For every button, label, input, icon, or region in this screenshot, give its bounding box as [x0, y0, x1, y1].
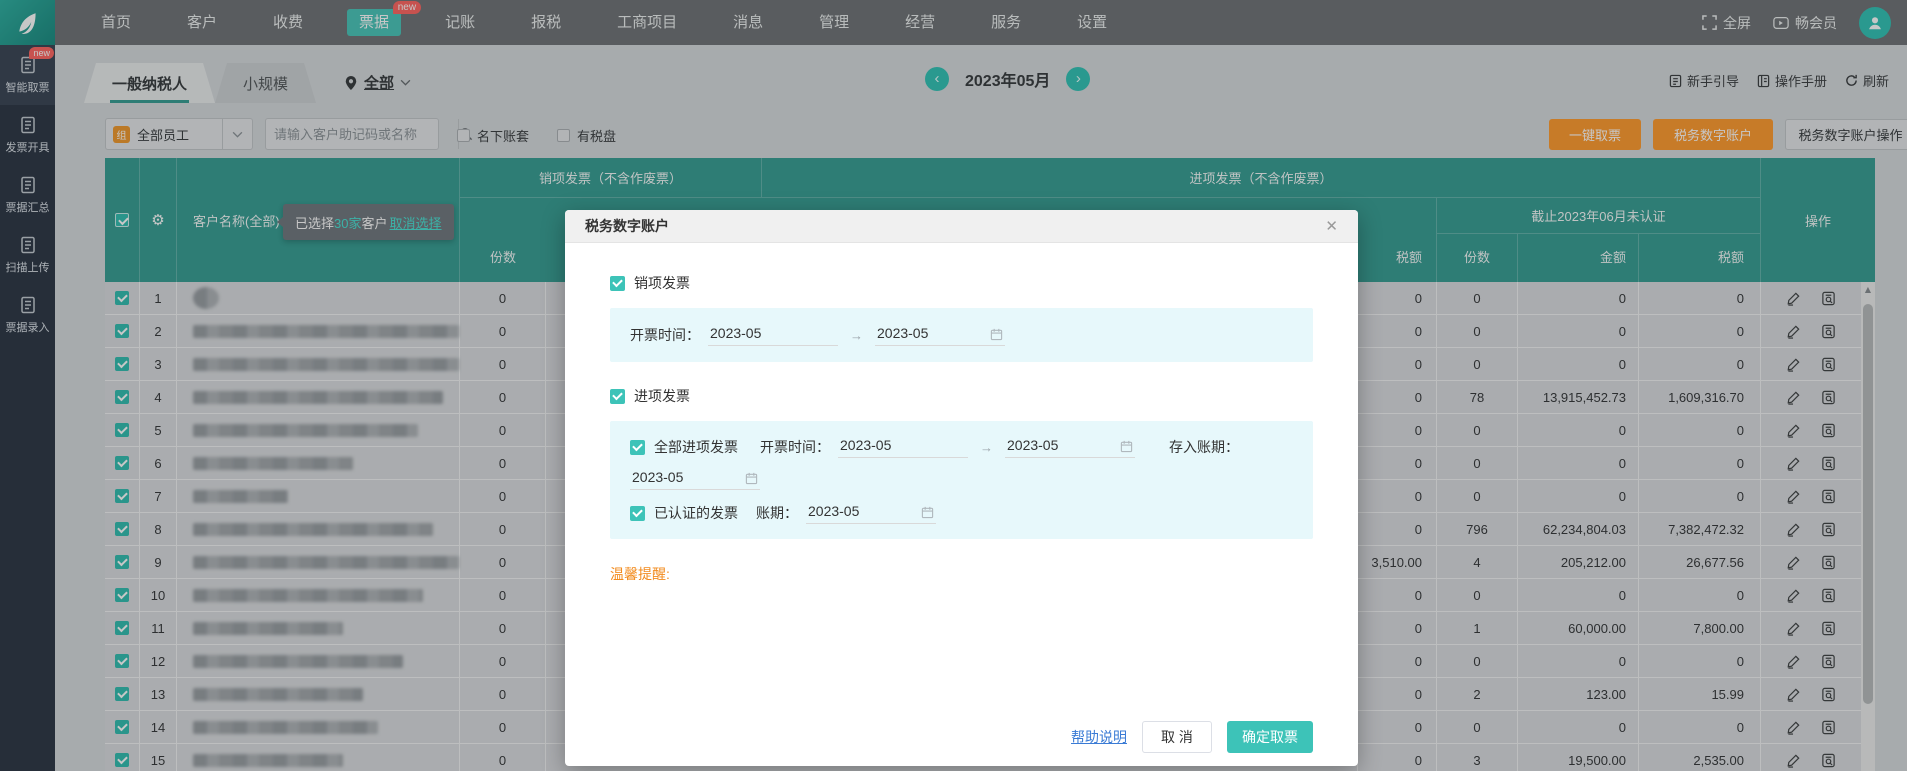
deposit-period-field[interactable]: 2023-05 — [630, 469, 760, 490]
modal-footer: 帮助说明 取 消 确定取票 — [1071, 721, 1313, 753]
checkbox-checked[interactable] — [610, 388, 625, 404]
modal-body: 销项发票 开票时间： 2023-05 → 2023-05 进项发票 全部进项发票… — [565, 243, 1358, 588]
help-link[interactable]: 帮助说明 — [1071, 727, 1127, 747]
notice-title: 温馨提醒: — [610, 566, 670, 582]
confirm-fetch-button[interactable]: 确定取票 — [1227, 721, 1313, 753]
checkbox-checked[interactable] — [610, 275, 625, 291]
purchase-date-panel: 全部进项发票 开票时间： 2023-05 → 2023-05 存入账期： 202… — [610, 421, 1313, 539]
calendar-icon — [990, 328, 1003, 340]
purchase-invoice-section-checkbox[interactable]: 进项发票 — [610, 386, 1313, 406]
modal-title: 税务数字账户 — [585, 218, 669, 234]
cancel-button[interactable]: 取 消 — [1142, 721, 1212, 753]
sales-date-to-field[interactable]: 2023-05 — [875, 325, 1005, 346]
calendar-icon — [921, 506, 934, 518]
close-icon[interactable]: ✕ — [1325, 217, 1338, 235]
notice-block: 温馨提醒: — [610, 561, 1313, 588]
certified-invoice-checkbox[interactable] — [630, 505, 645, 521]
certified-period-field[interactable]: 2023-05 — [806, 503, 936, 524]
sales-date-panel: 开票时间： 2023-05 → 2023-05 — [610, 308, 1313, 362]
sales-invoice-section-checkbox[interactable]: 销项发票 — [610, 273, 1313, 293]
all-purchase-checkbox[interactable] — [630, 439, 645, 455]
sales-date-from-field[interactable]: 2023-05 — [708, 325, 838, 346]
tax-digital-account-modal: 税务数字账户 ✕ 销项发票 开票时间： 2023-05 → 2023-05 进项… — [565, 210, 1358, 766]
app-window: 首页 客户 收费 票据 new 记账 报税 工商项目 消息 管理 经营 服务 设… — [0, 0, 1907, 771]
purchase-date-to-field[interactable]: 2023-05 — [1005, 437, 1135, 458]
modal-header: 税务数字账户 ✕ — [565, 210, 1358, 243]
calendar-icon — [1120, 440, 1133, 452]
calendar-icon — [745, 472, 758, 484]
purchase-date-from-field[interactable]: 2023-05 — [838, 437, 968, 458]
